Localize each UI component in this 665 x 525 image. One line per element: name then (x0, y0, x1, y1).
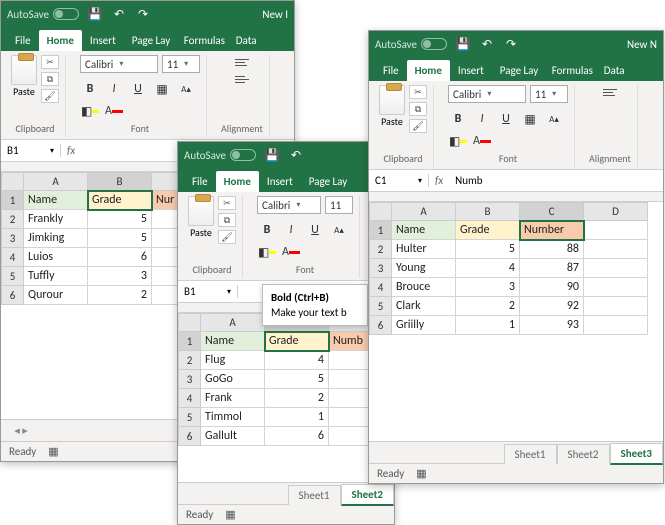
font-size-combo[interactable]: 11▾ (530, 85, 568, 103)
group-alignment: Alignment (589, 150, 631, 167)
underline-button[interactable]: U (305, 221, 325, 239)
font-name-combo[interactable]: Calibri▾ (257, 196, 321, 214)
fx-icon[interactable]: fx (429, 174, 449, 187)
paste-button[interactable]: Paste (379, 85, 405, 128)
undo-icon[interactable]: ↶ (479, 36, 495, 52)
font-increase-button[interactable]: A▴ (176, 80, 196, 98)
save-icon[interactable]: 💾 (455, 36, 471, 52)
cut-button[interactable]: ✂ (409, 85, 427, 99)
tab-formulas[interactable]: Formulas (544, 60, 596, 81)
copy-button[interactable]: ⧉ (409, 102, 427, 116)
name-box[interactable]: B1▾ (1, 144, 61, 157)
bold-button[interactable]: B (257, 221, 277, 239)
format-painter-button[interactable]: 🖌 (41, 89, 59, 103)
bold-button[interactable]: B (80, 80, 100, 98)
tab-file[interactable]: File (7, 30, 39, 51)
underline-button[interactable]: U (128, 80, 148, 98)
group-clipboard: Clipboard (15, 120, 54, 137)
tab-insert[interactable]: Insert (259, 171, 301, 192)
save-icon[interactable]: 💾 (87, 6, 103, 22)
font-name-combo[interactable]: Calibri▾ (448, 85, 526, 103)
cut-button[interactable]: ✂ (218, 196, 236, 210)
border-button[interactable]: ▦ (152, 80, 172, 98)
italic-button[interactable]: I (104, 80, 124, 98)
name-box[interactable]: C1▾ (369, 174, 429, 187)
sheet-tab-sheet2[interactable]: Sheet2 (341, 484, 395, 506)
window-title: New I (262, 8, 288, 21)
tooltip-bold: Bold (Ctrl+B) Make your text b (262, 284, 368, 326)
border-button[interactable]: ▦ (520, 110, 540, 128)
sheet-nav[interactable]: ◂ ▸ (1, 424, 41, 437)
clipboard-icon (379, 85, 405, 115)
copy-button[interactable]: ⧉ (41, 72, 59, 86)
window-title: New N (627, 38, 657, 51)
clipboard-icon (11, 55, 37, 85)
font-increase-button[interactable]: A▴ (329, 221, 349, 239)
undo-icon[interactable]: ↶ (288, 147, 304, 163)
paste-button[interactable]: Paste (11, 55, 37, 98)
italic-button[interactable]: I (472, 110, 492, 128)
italic-button[interactable]: I (281, 221, 301, 239)
record-macro-icon[interactable]: ▦ (48, 445, 58, 458)
tab-home[interactable]: Home (39, 30, 82, 51)
align-top-icon[interactable] (601, 85, 619, 99)
align-middle-icon[interactable] (233, 72, 251, 86)
underline-button[interactable]: U (496, 110, 516, 128)
tab-file[interactable]: File (184, 171, 216, 192)
font-increase-button[interactable]: A▴ (544, 110, 564, 128)
fill-color-button[interactable]: ◧ (80, 102, 100, 120)
tab-file[interactable]: File (375, 60, 407, 81)
formula-bar[interactable]: Numb (449, 174, 663, 187)
worksheet-grid[interactable]: ABC 1NameGradeNumb 2Flug4 3GoGo5 4Frank2… (178, 313, 393, 446)
tab-page-layout[interactable]: Page Lay (492, 60, 544, 81)
sheet-tab-sheet1[interactable]: Sheet1 (288, 485, 341, 505)
font-color-button[interactable]: A (281, 243, 301, 261)
tab-insert[interactable]: Insert (82, 30, 124, 51)
align-top-icon[interactable] (233, 55, 251, 69)
cut-button[interactable]: ✂ (41, 55, 59, 69)
tab-home[interactable]: Home (407, 60, 450, 81)
redo-icon[interactable]: ↷ (503, 36, 519, 52)
autosave-toggle[interactable]: AutoSave (375, 38, 447, 51)
clipboard-icon (188, 196, 214, 226)
sheet-tab-sheet1[interactable]: Sheet1 (504, 444, 557, 464)
redo-icon[interactable]: ↷ (135, 6, 151, 22)
undo-icon[interactable]: ↶ (111, 6, 127, 22)
fill-color-button[interactable]: ◧ (448, 132, 468, 150)
fill-color-button[interactable]: ◧ (257, 243, 277, 261)
autosave-toggle[interactable]: AutoSave (7, 8, 79, 21)
font-size-combo[interactable]: 11 (325, 196, 353, 214)
font-color-button[interactable]: A (472, 132, 492, 150)
bold-button[interactable]: B (448, 110, 468, 128)
tab-data[interactable]: Data (228, 30, 265, 51)
tab-page-layout[interactable]: Page Lay (124, 30, 176, 51)
sheet-tab-sheet2[interactable]: Sheet2 (557, 444, 610, 464)
record-macro-icon[interactable]: ▦ (416, 467, 426, 480)
copy-button[interactable]: ⧉ (218, 213, 236, 227)
sheet-tab-sheet3[interactable]: Sheet3 (610, 443, 664, 465)
font-color-button[interactable]: A (104, 102, 124, 120)
save-icon[interactable]: 💾 (264, 147, 280, 163)
tab-data[interactable]: Data (596, 60, 633, 81)
status-ready: Ready (9, 445, 36, 458)
tab-page-layout[interactable]: Page Lay (301, 171, 353, 192)
font-size-combo[interactable]: 11▾ (162, 55, 200, 73)
font-name-combo[interactable]: Calibri▾ (80, 55, 158, 73)
record-macro-icon[interactable]: ▦ (225, 508, 235, 521)
format-painter-button[interactable]: 🖌 (409, 119, 427, 133)
autosave-toggle[interactable]: AutoSave (184, 149, 256, 162)
format-painter-button[interactable]: 🖌 (218, 230, 236, 244)
tab-formulas[interactable]: Formulas (176, 30, 228, 51)
tab-home[interactable]: Home (216, 171, 259, 192)
fx-icon[interactable]: fx (61, 144, 81, 157)
tab-insert[interactable]: Insert (450, 60, 492, 81)
paste-button[interactable]: Paste (188, 196, 214, 239)
group-font: Font (131, 120, 149, 137)
name-box[interactable]: B1▾ (178, 285, 238, 298)
worksheet-grid[interactable]: ABCD 1NameGradeNumber 2Hulter588 3Young4… (369, 202, 648, 335)
group-alignment: Alignment (221, 120, 263, 137)
